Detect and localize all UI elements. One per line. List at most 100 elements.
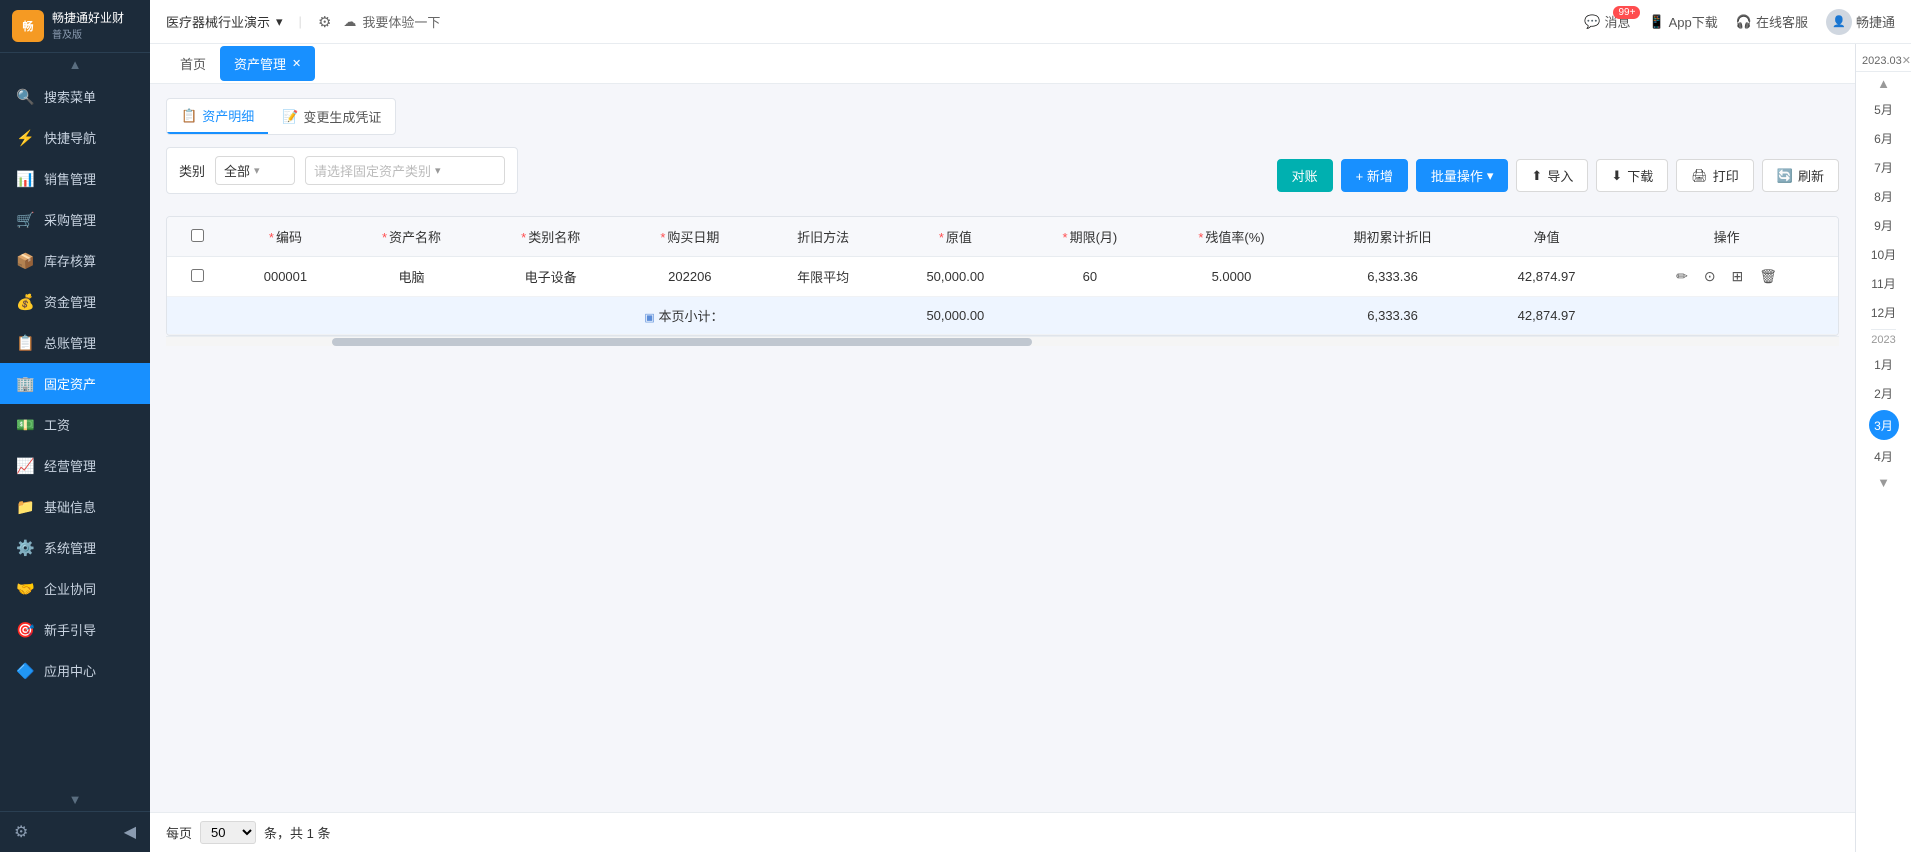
settings-gear-icon[interactable]: ⚙ [318, 13, 331, 31]
subtab-change-voucher-label: 变更生成凭证 [303, 107, 381, 126]
sidebar-item-label: 库存核算 [44, 251, 96, 270]
print-button[interactable]: 🖨 打印 [1676, 159, 1754, 192]
category-filter-placeholder: 请选择固定资产类别 [314, 161, 431, 180]
per-page-select[interactable]: 50 100 200 [200, 821, 256, 844]
sidebar-item-label: 新手引导 [44, 620, 96, 639]
subtotal-net-value: 42,874.97 [1478, 297, 1615, 335]
refresh-button[interactable]: 🔄 刷新 [1762, 159, 1839, 192]
sub-tabs: 📋 资产明细 📝 变更生成凭证 [166, 98, 396, 135]
month-6[interactable]: 6月 [1856, 124, 1911, 153]
month-8[interactable]: 8月 [1856, 182, 1911, 211]
subtotal-empty-6 [1615, 297, 1838, 335]
select-all-checkbox[interactable] [191, 229, 204, 242]
sidebar-item-label: 销售管理 [44, 169, 96, 188]
sidebar-item-system[interactable]: ⚙️ 系统管理 [0, 527, 150, 568]
month-7[interactable]: 7月 [1856, 153, 1911, 182]
month-3-active[interactable]: 3月 [1869, 410, 1899, 440]
row-checkbox[interactable] [191, 269, 204, 282]
service-icon: 🎧 [1736, 14, 1752, 30]
sidebar-item-payroll[interactable]: 💵 工资 [0, 404, 150, 445]
asset-table-wrapper: *编码 *资产名称 *类别名称 *购买日期 [166, 216, 1839, 336]
month-4[interactable]: 4月 [1856, 442, 1911, 471]
scrollbar-thumb[interactable] [332, 338, 1032, 346]
topbar: 医疗器械行业演示 ▾ | ⚙ ☁ 我要体验一下 💬 消息 99+ 📱 App下载… [150, 0, 1911, 44]
subtotal-empty-4 [1024, 297, 1156, 335]
online-service-button[interactable]: 🎧 在线客服 [1736, 12, 1808, 31]
edit-icon[interactable]: ✏ [1672, 266, 1692, 287]
settings-icon[interactable]: ⚙ [14, 822, 28, 842]
month-10[interactable]: 10月 [1856, 240, 1911, 269]
sidebar-item-label: 搜索菜单 [44, 87, 96, 106]
cell-actions: ✏ ⊙ ⊞ 🗑 [1615, 257, 1838, 297]
horizontal-scrollbar[interactable] [166, 336, 1839, 346]
app-subtitle: 普及版 [52, 26, 124, 41]
sidebar-item-quicknav[interactable]: ⚡ 快捷导航 [0, 117, 150, 158]
download-icon: ⬇ [1611, 168, 1622, 184]
month-2[interactable]: 2月 [1856, 379, 1911, 408]
experience-button[interactable]: ☁ 我要体验一下 [343, 12, 440, 31]
duplicate-icon[interactable]: ⊞ [1728, 266, 1748, 287]
messages-button[interactable]: 💬 消息 99+ [1584, 12, 1630, 31]
th-actions: 操作 [1615, 217, 1838, 257]
tab-close-icon[interactable]: ✕ [292, 57, 301, 70]
reconcile-button[interactable]: 对账 [1277, 159, 1333, 192]
sidebar-item-apps[interactable]: 🔷 应用中心 [0, 650, 150, 691]
category-filter-arrow: ▾ [435, 164, 441, 177]
sidebar-item-search[interactable]: 🔍 搜索菜单 [0, 76, 150, 117]
right-panel-down[interactable]: ▼ [1877, 471, 1890, 494]
sidebar-item-enterprise[interactable]: 🤝 企业协同 [0, 568, 150, 609]
right-panel-up[interactable]: ▲ [1877, 72, 1890, 95]
sidebar-item-fixed-assets[interactable]: 🏢 固定资产 [0, 363, 150, 404]
sidebar-item-ledger[interactable]: 📋 总账管理 [0, 322, 150, 363]
sidebar-scroll-down[interactable]: ▼ [0, 788, 150, 811]
app-download-button[interactable]: 📱 App下载 [1648, 12, 1717, 31]
collapse-sidebar-icon[interactable]: ◀ [124, 822, 136, 842]
copy-icon[interactable]: ⊙ [1700, 266, 1720, 287]
subtotal-empty-1 [167, 297, 229, 335]
app-logo: 畅 [12, 10, 44, 42]
new-button[interactable]: + 新增 [1341, 159, 1408, 192]
subtab-change-voucher[interactable]: 📝 变更生成凭证 [268, 100, 395, 133]
company-selector[interactable]: 医疗器械行业演示 ▾ [166, 12, 283, 31]
sidebar-item-purchase[interactable]: 🛒 采购管理 [0, 199, 150, 240]
import-button[interactable]: ⬆ 导入 [1516, 159, 1588, 192]
month-11[interactable]: 11月 [1856, 269, 1911, 298]
cell-period: 60 [1024, 257, 1156, 297]
month-12[interactable]: 12月 [1856, 298, 1911, 327]
guide-icon: 🎯 [16, 621, 34, 639]
subtab-asset-detail[interactable]: 📋 资产明细 [167, 99, 268, 134]
right-panel: 2023.03 ✕ ⤢ ▲ 5月 6月 7月 8月 9月 10月 11月 12月… [1855, 44, 1911, 852]
sidebar-item-funds[interactable]: 💰 资金管理 [0, 281, 150, 322]
sidebar-item-label: 固定资产 [44, 374, 96, 393]
month-5[interactable]: 5月 [1856, 95, 1911, 124]
subtotal-label-cell: ▣ 本页小计： [481, 297, 887, 335]
sidebar-item-label: 资金管理 [44, 292, 96, 311]
experience-label: 我要体验一下 [362, 12, 440, 31]
sidebar-item-sales[interactable]: 📊 销售管理 [0, 158, 150, 199]
sidebar-item-guide[interactable]: 🎯 新手引导 [0, 609, 150, 650]
right-panel-close-icon[interactable]: ✕ [1902, 54, 1911, 67]
category-filter-value[interactable]: 请选择固定资产类别 ▾ [305, 156, 505, 185]
user-profile[interactable]: 👤 畅捷通 [1826, 9, 1895, 35]
funds-icon: 💰 [16, 293, 34, 311]
category-filter-type[interactable]: 全部 ▾ [215, 156, 295, 185]
sidebar-item-operations[interactable]: 📈 经营管理 [0, 445, 150, 486]
company-dropdown-icon: ▾ [276, 14, 283, 30]
sidebar: 畅 畅捷通好业财 普及版 ▲ 🔍 搜索菜单 ⚡ 快捷导航 📊 销售管理 🛒 采购… [0, 0, 150, 852]
topbar-divider: | [299, 14, 302, 29]
sidebar-item-inventory[interactable]: 📦 库存核算 [0, 240, 150, 281]
tab-asset-management[interactable]: 资产管理 ✕ [220, 46, 315, 81]
sidebar-item-basic[interactable]: 📁 基础信息 [0, 486, 150, 527]
sidebar-scroll-up[interactable]: ▲ [0, 53, 150, 76]
delete-icon[interactable]: 🗑 [1755, 266, 1781, 287]
download-button[interactable]: ⬇ 下载 [1596, 159, 1668, 192]
pagination-bar: 每页 50 100 200 条，共 1 条 [150, 812, 1855, 852]
category-filter-type-arrow: ▾ [254, 164, 260, 177]
cell-checkbox [167, 257, 229, 297]
month-1[interactable]: 1月 [1856, 350, 1911, 379]
batch-button[interactable]: 批量操作 ▾ [1416, 159, 1509, 192]
ledger-icon: 📋 [16, 334, 34, 352]
action-icons: ✏ ⊙ ⊞ 🗑 [1627, 266, 1826, 287]
tab-home[interactable]: 首页 [166, 46, 220, 81]
month-9[interactable]: 9月 [1856, 211, 1911, 240]
